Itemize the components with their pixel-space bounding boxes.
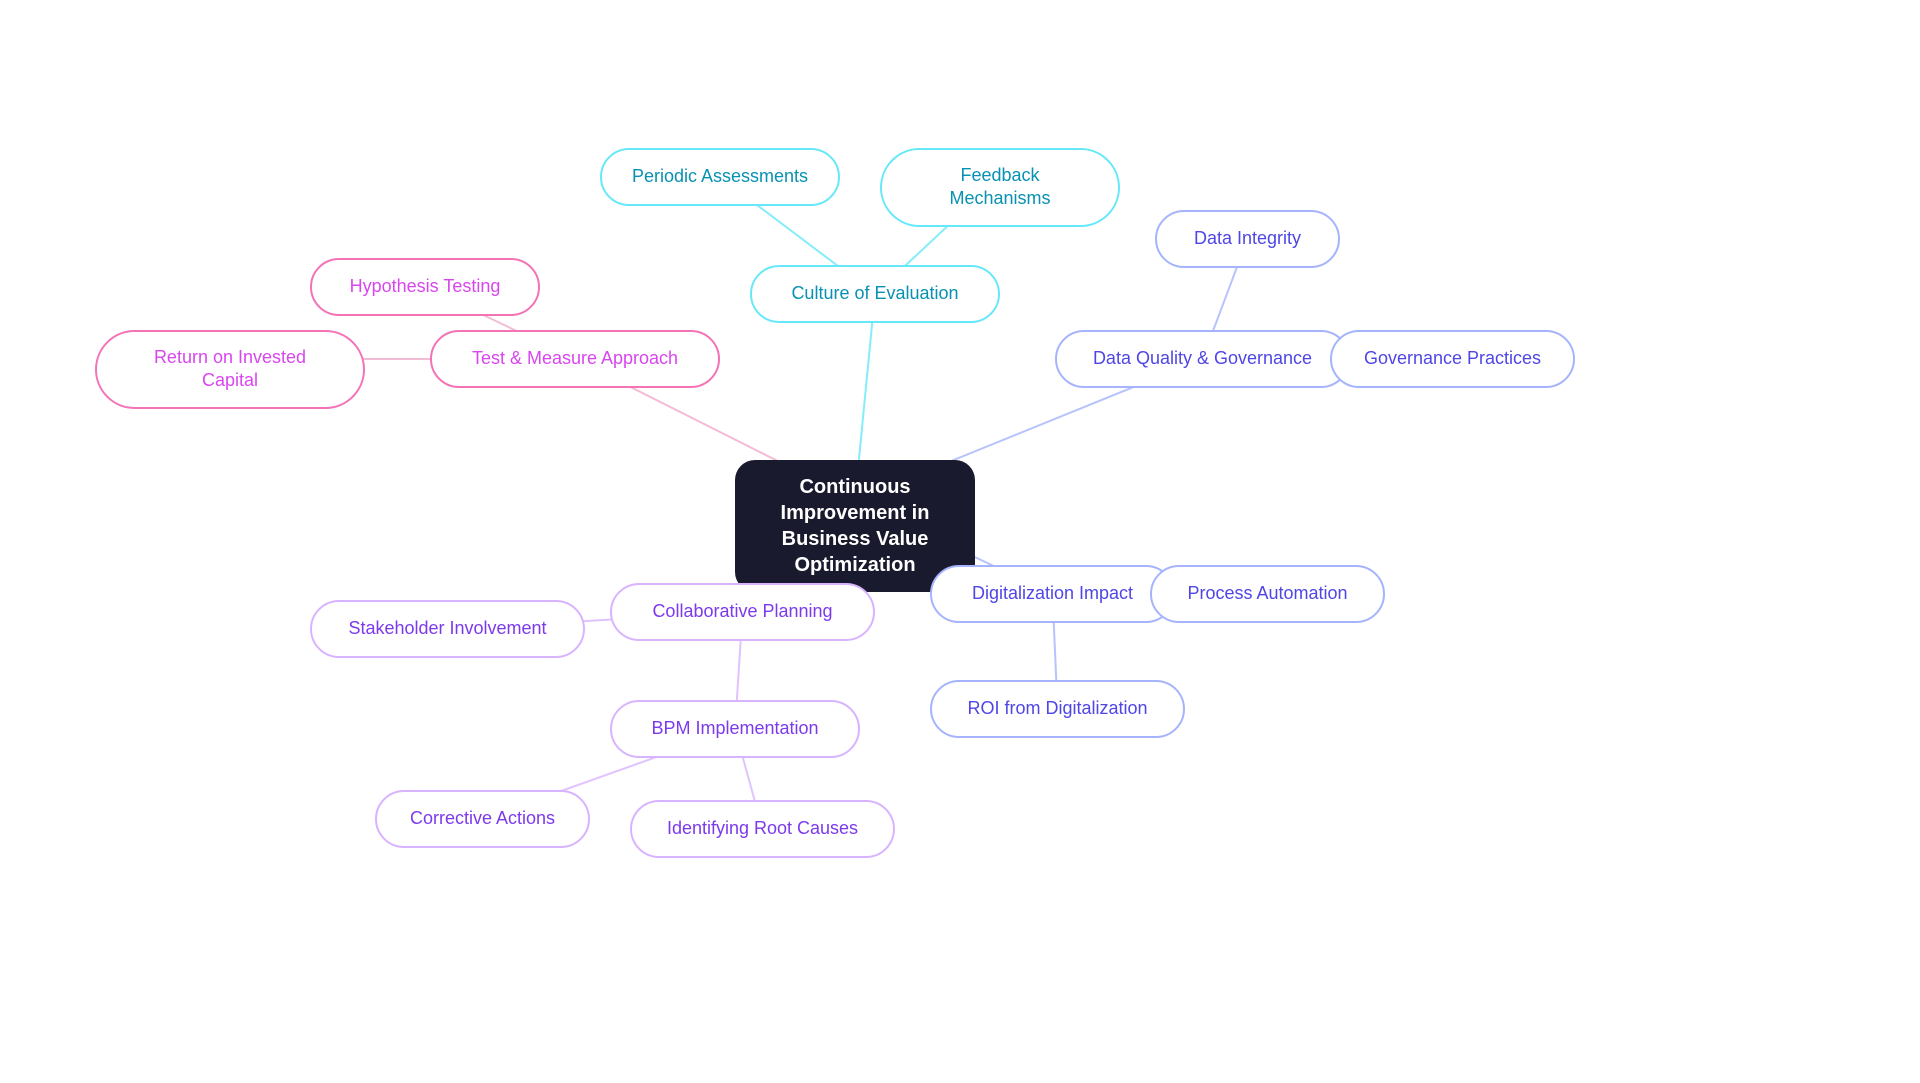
node-label-bpm_implementation: BPM Implementation (651, 717, 818, 740)
node-culture_evaluation: Culture of Evaluation (750, 265, 1000, 323)
node-digitalization_impact: Digitalization Impact (930, 565, 1175, 623)
node-label-process_automation: Process Automation (1187, 582, 1347, 605)
node-label-center: Continuous Improvement in Business Value… (763, 474, 947, 578)
node-corrective_actions: Corrective Actions (375, 790, 590, 848)
node-governance_practices: Governance Practices (1330, 330, 1575, 388)
node-data_integrity: Data Integrity (1155, 210, 1340, 268)
node-label-data_integrity: Data Integrity (1194, 227, 1301, 250)
node-label-collaborative_planning: Collaborative Planning (652, 600, 832, 623)
node-periodic_assessments: Periodic Assessments (600, 148, 840, 206)
node-stakeholder_involvement: Stakeholder Involvement (310, 600, 585, 658)
node-label-stakeholder_involvement: Stakeholder Involvement (348, 617, 546, 640)
mind-map: Continuous Improvement in Business Value… (0, 0, 1920, 1083)
node-label-periodic_assessments: Periodic Assessments (632, 165, 808, 188)
node-label-return_on_invested: Return on Invested Capital (125, 346, 335, 393)
node-collaborative_planning: Collaborative Planning (610, 583, 875, 641)
node-bpm_implementation: BPM Implementation (610, 700, 860, 758)
node-label-roi_digitalization: ROI from Digitalization (967, 697, 1147, 720)
node-process_automation: Process Automation (1150, 565, 1385, 623)
node-return_on_invested: Return on Invested Capital (95, 330, 365, 409)
node-label-governance_practices: Governance Practices (1364, 347, 1541, 370)
node-label-data_quality: Data Quality & Governance (1093, 347, 1312, 370)
node-label-corrective_actions: Corrective Actions (410, 807, 555, 830)
node-identifying_root_causes: Identifying Root Causes (630, 800, 895, 858)
node-label-test_measure: Test & Measure Approach (472, 347, 678, 370)
node-hypothesis_testing: Hypothesis Testing (310, 258, 540, 316)
node-data_quality: Data Quality & Governance (1055, 330, 1350, 388)
node-label-identifying_root_causes: Identifying Root Causes (667, 817, 858, 840)
node-label-hypothesis_testing: Hypothesis Testing (350, 275, 501, 298)
node-label-digitalization_impact: Digitalization Impact (972, 582, 1133, 605)
node-label-feedback_mechanisms: Feedback Mechanisms (910, 164, 1090, 211)
node-feedback_mechanisms: Feedback Mechanisms (880, 148, 1120, 227)
node-roi_digitalization: ROI from Digitalization (930, 680, 1185, 738)
node-label-culture_evaluation: Culture of Evaluation (791, 282, 958, 305)
node-test_measure: Test & Measure Approach (430, 330, 720, 388)
